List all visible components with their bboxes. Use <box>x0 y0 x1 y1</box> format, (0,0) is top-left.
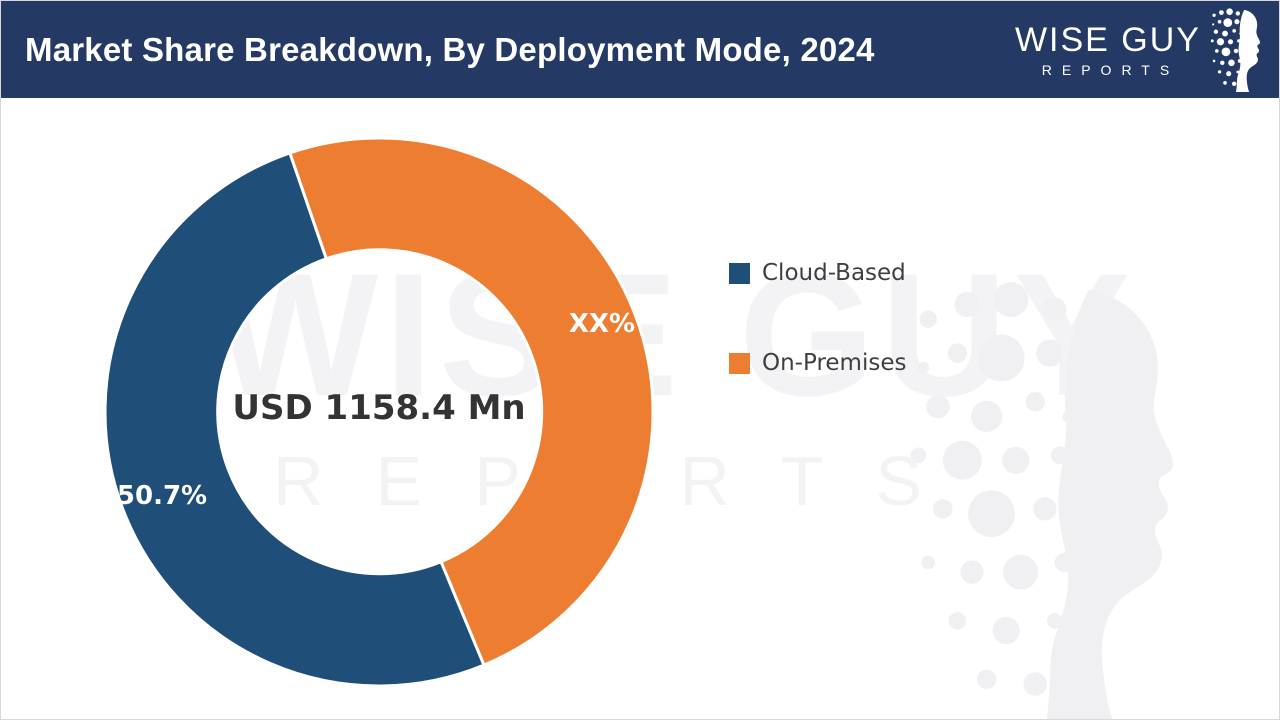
chart-area: WISE GUY REPORTS 50.7% XX% USD 1158.4 Mn… <box>1 98 1279 719</box>
logo-face-icon <box>1210 7 1260 92</box>
watermark-face-icon <box>910 282 1173 719</box>
segment-label-cloud-based: 50.7% <box>116 481 208 511</box>
legend-label-on-premises: On-Premises <box>762 350 907 376</box>
legend-label-cloud-based: Cloud-Based <box>762 260 906 286</box>
legend-item-on-premises: On-Premises <box>729 343 906 383</box>
donut-center-value: USD 1158.4 Mn <box>232 388 526 428</box>
page: Market Share Breakdown, By Deployment Mo… <box>0 0 1280 720</box>
legend-swatch-cloud-based <box>729 262 750 284</box>
legend: Cloud-Based On-Premises <box>729 253 906 433</box>
legend-item-cloud-based: Cloud-Based <box>729 253 906 293</box>
logo-text: WISE GUY REPORTS <box>1015 21 1201 78</box>
wise-guy-logo: WISE GUY REPORTS <box>1015 6 1265 93</box>
logo-subtitle: REPORTS <box>1041 62 1180 78</box>
donut-chart: 50.7% XX% USD 1158.4 Mn <box>99 132 659 692</box>
page-title: Market Share Breakdown, By Deployment Mo… <box>25 30 875 68</box>
header: Market Share Breakdown, By Deployment Mo… <box>1 1 1279 98</box>
logo-wordmark: WISE GUY <box>1014 21 1201 59</box>
segment-label-on-premises: XX% <box>568 309 636 339</box>
legend-swatch-on-premises <box>729 352 750 374</box>
